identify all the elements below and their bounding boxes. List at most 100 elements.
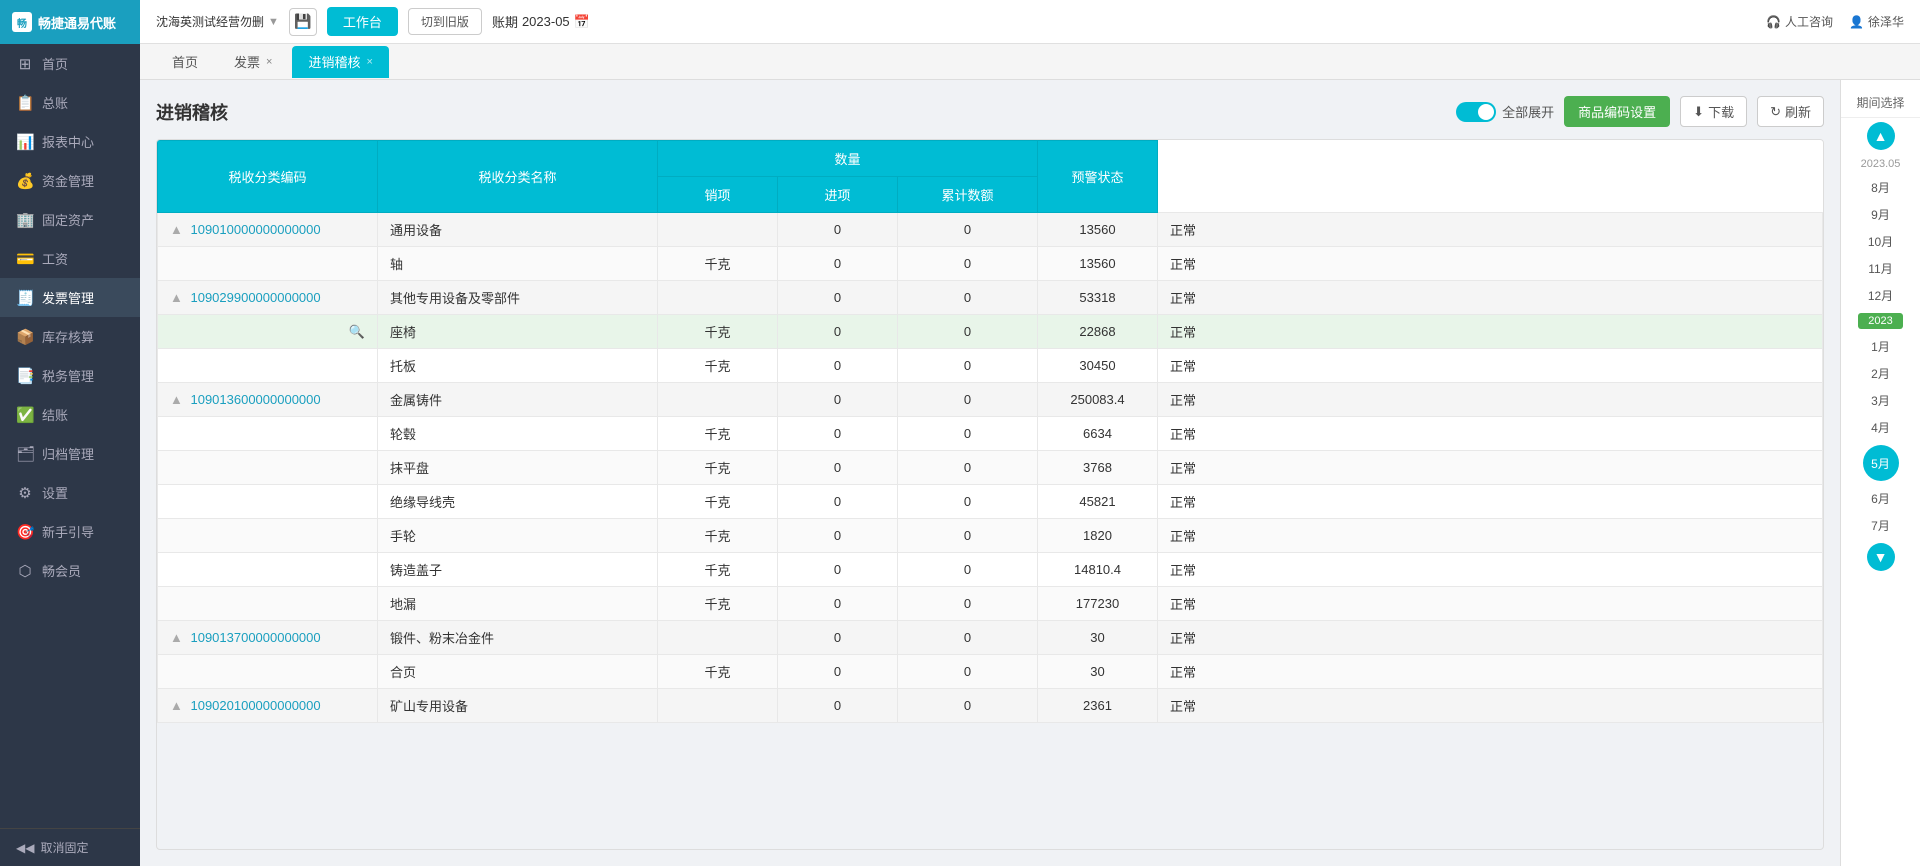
month-5-active[interactable]: 5月 — [1863, 445, 1899, 481]
sidebar-label-ledger: 总账 — [42, 93, 68, 112]
panel-scroll-down[interactable]: ▼ — [1867, 543, 1895, 571]
workbench-button[interactable]: 工作台 — [327, 7, 398, 36]
table-row: 轮毂千克006634正常 — [158, 417, 1823, 451]
month-2[interactable]: 2月 — [1841, 360, 1920, 387]
tab-home-label: 首页 — [172, 52, 198, 71]
expand-icon[interactable]: ▲ — [170, 392, 183, 407]
sidebar-bottom-cancel[interactable]: ◀◀ 取消固定 — [0, 828, 140, 866]
expand-icon[interactable]: ▲ — [170, 290, 183, 305]
user-icon: 👤 — [1849, 15, 1864, 29]
row-warning: 正常 — [1158, 689, 1823, 723]
panel-scroll-up[interactable]: ▲ — [1867, 122, 1895, 150]
row-name: 通用设备 — [378, 213, 658, 247]
sidebar-item-member[interactable]: ⬡畅会员 — [0, 551, 140, 590]
sidebar-item-archive[interactable]: 🗂归档管理 — [0, 434, 140, 473]
switch-version-button[interactable]: 切到旧版 — [408, 8, 482, 35]
col-quantity-group: 数量 — [658, 141, 1038, 177]
row-code: ▲ 109010000000000000 — [158, 213, 378, 247]
row-purchase: 0 — [898, 281, 1038, 315]
row-code — [158, 349, 378, 383]
row-cumulative: 2361 — [1038, 689, 1158, 723]
row-unit: 千克 — [658, 417, 778, 451]
row-code — [158, 247, 378, 281]
row-purchase: 0 — [898, 485, 1038, 519]
row-code: ▲ 109013700000000000 — [158, 621, 378, 655]
row-cumulative: 177230 — [1038, 587, 1158, 621]
calendar-icon[interactable]: 📅 — [574, 14, 590, 30]
row-unit: 千克 — [658, 247, 778, 281]
sidebar-icon-home: ⊞ — [16, 55, 34, 73]
toggle-switch[interactable] — [1456, 102, 1496, 122]
download-button[interactable]: ⬇ 下载 — [1680, 96, 1747, 127]
month-4[interactable]: 4月 — [1841, 414, 1920, 441]
sidebar-item-report[interactable]: 📊报表中心 — [0, 122, 140, 161]
sidebar-item-invoice[interactable]: 🧾发票管理 — [0, 278, 140, 317]
month-1[interactable]: 1月 — [1841, 333, 1920, 360]
expand-icon[interactable]: ▲ — [170, 222, 183, 237]
sidebar-icon-fund: 💰 — [16, 172, 34, 190]
company-name: 沈海英测试经营勿删 — [156, 13, 264, 30]
save-button[interactable]: 💾 — [289, 8, 317, 36]
row-purchase: 0 — [898, 417, 1038, 451]
row-purchase: 0 — [898, 349, 1038, 383]
tab-reconcile[interactable]: 进销稽核 × — [292, 46, 388, 78]
month-12[interactable]: 12月 — [1841, 282, 1920, 309]
row-sales: 0 — [778, 417, 898, 451]
sidebar-item-close[interactable]: ✅结账 — [0, 395, 140, 434]
search-icon[interactable]: 🔍 — [349, 324, 365, 340]
sidebar-item-guide[interactable]: 🎯新手引导 — [0, 512, 140, 551]
sidebar-item-ledger[interactable]: 📋总账 — [0, 83, 140, 122]
table-row: ▲ 109010000000000000 通用设备0013560正常 — [158, 213, 1823, 247]
product-code-button[interactable]: 商品编码设置 — [1564, 96, 1670, 127]
tab-reconcile-close[interactable]: × — [366, 56, 372, 68]
row-purchase: 0 — [898, 213, 1038, 247]
support-button[interactable]: 🎧 人工咨询 — [1766, 13, 1833, 30]
tab-invoice-close[interactable]: × — [266, 56, 272, 68]
expand-icon[interactable]: ▲ — [170, 698, 183, 713]
sidebar-item-fund[interactable]: 💰资金管理 — [0, 161, 140, 200]
month-8[interactable]: 8月 — [1841, 174, 1920, 201]
table-row: 手轮千克001820正常 — [158, 519, 1823, 553]
row-name: 合页 — [378, 655, 658, 689]
sidebar-label-home: 首页 — [42, 54, 68, 73]
row-purchase: 0 — [898, 519, 1038, 553]
sidebar-label-report: 报表中心 — [42, 132, 94, 151]
user-menu[interactable]: 👤 徐泽华 — [1849, 13, 1904, 30]
company-selector[interactable]: 沈海英测试经营勿删 ▼ — [156, 13, 279, 30]
row-cumulative: 30450 — [1038, 349, 1158, 383]
month-9[interactable]: 9月 — [1841, 201, 1920, 228]
month-7[interactable]: 7月 — [1841, 512, 1920, 539]
month-11[interactable]: 11月 — [1841, 255, 1920, 282]
refresh-button[interactable]: ↻ 刷新 — [1757, 96, 1824, 127]
sidebar-item-inventory[interactable]: 📦库存核算 — [0, 317, 140, 356]
row-name: 手轮 — [378, 519, 658, 553]
row-sales: 0 — [778, 587, 898, 621]
row-sales: 0 — [778, 621, 898, 655]
sidebar-label-invoice: 发票管理 — [42, 288, 94, 307]
col-tax-name: 税收分类名称 — [378, 141, 658, 213]
month-10[interactable]: 10月 — [1841, 228, 1920, 255]
sidebar-label-assets: 固定资产 — [42, 210, 94, 229]
sidebar-item-salary[interactable]: 💳工资 — [0, 239, 140, 278]
download-icon: ⬇ — [1693, 104, 1704, 120]
row-name: 托板 — [378, 349, 658, 383]
sidebar-item-home[interactable]: ⊞ 首页 — [0, 44, 140, 83]
content-area: 进销稽核 全部展开 商品编码设置 ⬇ 下载 ↻ 刷新 — [140, 80, 1840, 866]
tab-invoice[interactable]: 发票 × — [218, 46, 288, 78]
month-6[interactable]: 6月 — [1841, 485, 1920, 512]
row-warning: 正常 — [1158, 315, 1823, 349]
row-warning: 正常 — [1158, 485, 1823, 519]
reconcile-table: 税收分类编码 税收分类名称 数量 预警状态 销项 进项 累计数额 ▲ — [157, 140, 1823, 723]
expand-icon[interactable]: ▲ — [170, 630, 183, 645]
tab-home[interactable]: 首页 — [156, 46, 214, 78]
table-row: 绝缘导线壳千克0045821正常 — [158, 485, 1823, 519]
sidebar-item-settings[interactable]: ⚙设置 — [0, 473, 140, 512]
row-warning: 正常 — [1158, 451, 1823, 485]
right-panel: 期间选择 ▲ 2023.05 8月 9月 10月 11月 12月 2023 1月… — [1840, 80, 1920, 866]
table-row: 抹平盘千克003768正常 — [158, 451, 1823, 485]
sidebar-item-tax[interactable]: 📑税务管理 — [0, 356, 140, 395]
table-row: 轴千克0013560正常 — [158, 247, 1823, 281]
month-3[interactable]: 3月 — [1841, 387, 1920, 414]
toggle-all[interactable]: 全部展开 — [1456, 102, 1554, 122]
sidebar-item-assets[interactable]: 🏢固定资产 — [0, 200, 140, 239]
